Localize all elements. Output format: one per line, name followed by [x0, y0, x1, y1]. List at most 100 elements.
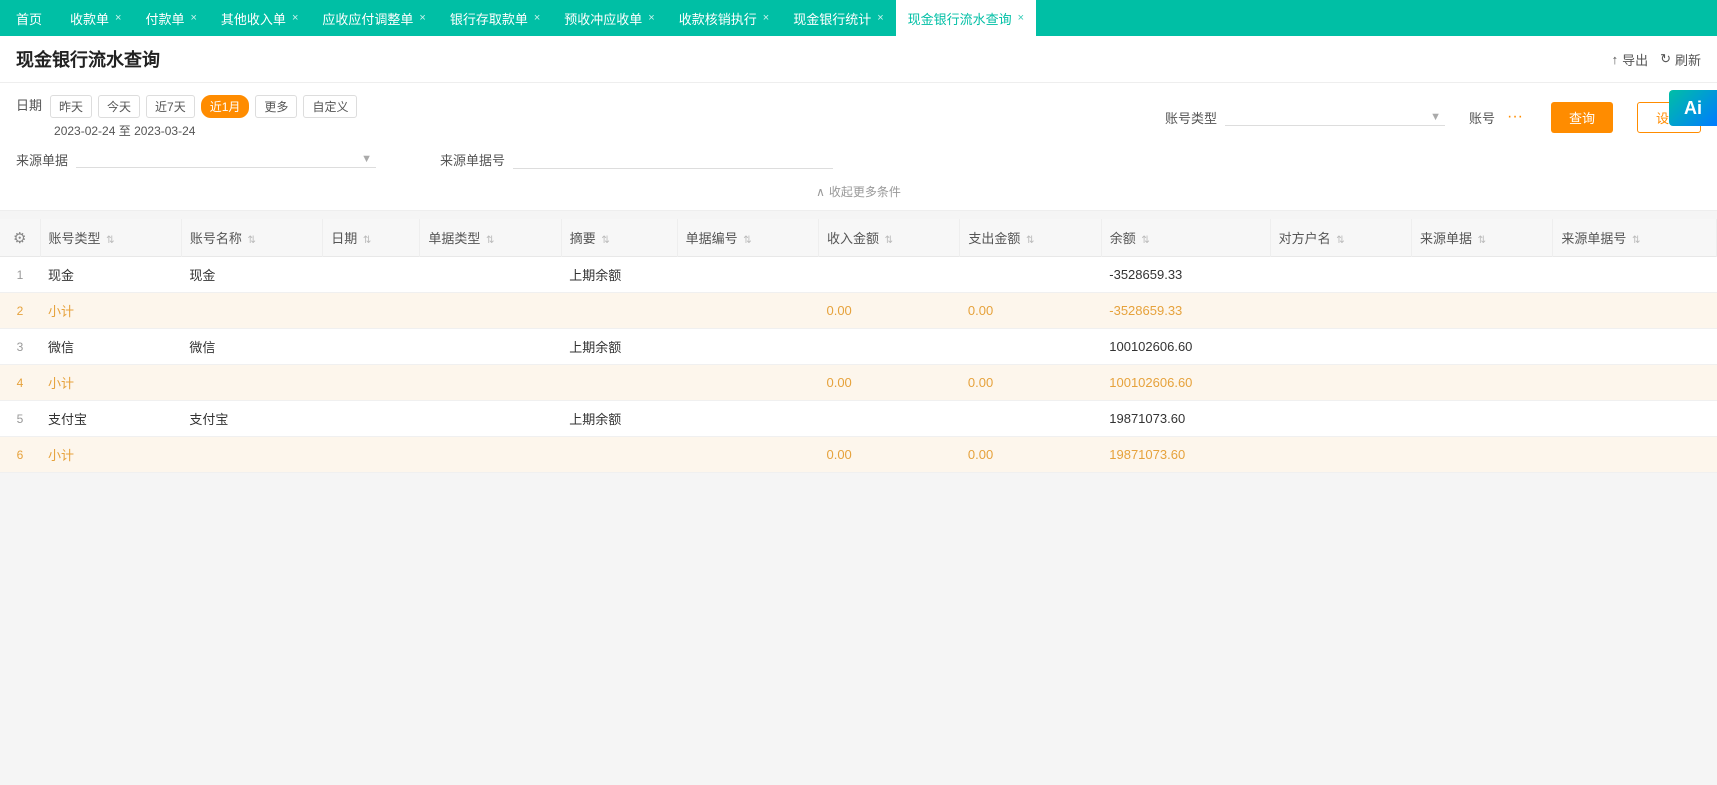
close-icon[interactable]: × — [534, 12, 540, 24]
account-type-label: 账号类型 — [1165, 108, 1217, 127]
cell-5-0: 6 — [0, 437, 40, 473]
th-account-type[interactable]: 账号类型 ⇅ — [40, 219, 181, 257]
gear-icon[interactable]: ⚙ — [13, 230, 26, 247]
nav-tab-4[interactable]: 银行存取款单 × — [438, 0, 552, 36]
close-icon[interactable]: × — [763, 12, 769, 24]
account-more-btn[interactable]: ··· — [1503, 108, 1527, 126]
cell-1-5 — [561, 293, 677, 329]
table-row: 5支付宝支付宝上期余额19871073.60 — [0, 401, 1717, 437]
close-icon[interactable]: × — [115, 12, 121, 24]
table-row: 2小计0.000.00-3528659.33 — [0, 293, 1717, 329]
chevron-down-icon-2: ▼ — [361, 153, 372, 165]
cell-3-1: 小计 — [40, 365, 181, 401]
date-options: 昨天 今天 近7天 近1月 更多 自定义 — [50, 95, 357, 118]
cell-5-5 — [561, 437, 677, 473]
cell-4-8 — [960, 401, 1101, 437]
th-source-doc[interactable]: 来源单据 ⇅ — [1412, 219, 1553, 257]
date-btn-today[interactable]: 今天 — [98, 95, 140, 118]
th-date[interactable]: 日期 ⇅ — [323, 219, 420, 257]
collapse-up-icon: ∧ — [816, 185, 825, 199]
account-type-select[interactable]: ▼ — [1225, 109, 1445, 126]
cell-3-9: 100102606.60 — [1101, 365, 1270, 401]
th-counterparty[interactable]: 对方户名 ⇅ — [1270, 219, 1411, 257]
cell-4-9: 19871073.60 — [1101, 401, 1270, 437]
cell-1-9: -3528659.33 — [1101, 293, 1270, 329]
cell-4-2: 支付宝 — [181, 401, 322, 437]
th-balance[interactable]: 余额 ⇅ — [1101, 219, 1270, 257]
table-header-row: ⚙ 账号类型 ⇅ 账号名称 ⇅ 日期 ⇅ 单据类型 ⇅ — [0, 219, 1717, 257]
source-doc-label: 来源单据 — [16, 150, 68, 169]
close-icon[interactable]: × — [292, 12, 298, 24]
nav-tab-8[interactable]: 现金银行流水查询 × — [896, 0, 1036, 36]
date-btn-1month[interactable]: 近1月 — [201, 95, 250, 118]
ai-badge[interactable]: Ai — [1669, 90, 1717, 126]
cell-3-12 — [1553, 365, 1717, 401]
close-icon[interactable]: × — [419, 12, 425, 24]
filter-area: 日期 昨天 今天 近7天 近1月 更多 自定义 2023-02-24 至 202… — [0, 83, 1717, 211]
th-source-doc-no[interactable]: 来源单据号 ⇅ — [1553, 219, 1717, 257]
nav-tab-1[interactable]: 付款单 × — [133, 0, 208, 36]
date-btn-7days[interactable]: 近7天 — [146, 95, 195, 118]
cell-2-12 — [1553, 329, 1717, 365]
cell-2-1: 微信 — [40, 329, 181, 365]
cell-0-10 — [1270, 257, 1411, 293]
th-income[interactable]: 收入金额 ⇅ — [818, 219, 959, 257]
cell-0-5: 上期余额 — [561, 257, 677, 293]
cell-0-3 — [323, 257, 420, 293]
nav-home[interactable]: 首页 — [0, 0, 58, 36]
cell-0-11 — [1412, 257, 1553, 293]
chevron-down-icon: ▼ — [1430, 111, 1441, 123]
data-table: ⚙ 账号类型 ⇅ 账号名称 ⇅ 日期 ⇅ 单据类型 ⇅ — [0, 219, 1717, 473]
collapse-bar[interactable]: ∧ 收起更多条件 — [16, 179, 1701, 202]
date-btn-more[interactable]: 更多 — [255, 95, 297, 118]
date-btn-yesterday[interactable]: 昨天 — [50, 95, 92, 118]
source-doc-select[interactable]: ▼ — [76, 151, 376, 168]
th-account-name[interactable]: 账号名称 ⇅ — [181, 219, 322, 257]
cell-4-7 — [818, 401, 959, 437]
cell-0-6 — [677, 257, 818, 293]
filter-row-1: 日期 昨天 今天 近7天 近1月 更多 自定义 2023-02-24 至 202… — [16, 95, 1701, 139]
nav-tab-6[interactable]: 收款核销执行 × — [667, 0, 781, 36]
page-header: 现金银行流水查询 ↑ 导出 ↻ 刷新 — [0, 36, 1717, 83]
cell-0-0: 1 — [0, 257, 40, 293]
source-doc-no-input[interactable] — [513, 149, 833, 169]
cell-2-10 — [1270, 329, 1411, 365]
close-icon[interactable]: × — [648, 12, 654, 24]
export-button[interactable]: ↑ 导出 — [1612, 50, 1649, 69]
cell-5-9: 19871073.60 — [1101, 437, 1270, 473]
table-row: 3微信微信上期余额100102606.60 — [0, 329, 1717, 365]
cell-3-8: 0.00 — [960, 365, 1101, 401]
cell-5-12 — [1553, 437, 1717, 473]
th-gear[interactable]: ⚙ — [0, 219, 40, 257]
th-doc-type[interactable]: 单据类型 ⇅ — [420, 219, 561, 257]
cell-2-6 — [677, 329, 818, 365]
cell-5-7: 0.00 — [818, 437, 959, 473]
close-icon[interactable]: × — [190, 12, 196, 24]
th-summary[interactable]: 摘要 ⇅ — [561, 219, 677, 257]
cell-2-11 — [1412, 329, 1553, 365]
refresh-button[interactable]: ↻ 刷新 — [1660, 50, 1701, 69]
cell-3-4 — [420, 365, 561, 401]
sort-icon: ⇅ — [885, 235, 893, 246]
nav-tab-0[interactable]: 收款单 × — [58, 0, 133, 36]
date-filter-group: 日期 昨天 今天 近7天 近1月 更多 自定义 2023-02-24 至 202… — [16, 95, 357, 139]
close-icon[interactable]: × — [877, 12, 883, 24]
cell-1-12 — [1553, 293, 1717, 329]
cell-2-2: 微信 — [181, 329, 322, 365]
sort-icon: ⇅ — [1141, 235, 1149, 246]
cell-1-7: 0.00 — [818, 293, 959, 329]
sort-icon: ⇅ — [106, 235, 114, 246]
cell-0-2: 现金 — [181, 257, 322, 293]
th-doc-no[interactable]: 单据编号 ⇅ — [677, 219, 818, 257]
nav-tab-3[interactable]: 应收应付调整单 × — [310, 0, 437, 36]
nav-tab-7[interactable]: 现金银行统计 × — [781, 0, 895, 36]
nav-tab-5[interactable]: 预收冲应收单 × — [552, 0, 666, 36]
close-icon[interactable]: × — [1018, 12, 1024, 24]
th-expense[interactable]: 支出金额 ⇅ — [960, 219, 1101, 257]
sort-icon: ⇅ — [601, 235, 609, 246]
cell-2-9: 100102606.60 — [1101, 329, 1270, 365]
cell-3-3 — [323, 365, 420, 401]
query-button[interactable]: 查询 — [1551, 102, 1613, 133]
nav-tab-2[interactable]: 其他收入单 × — [209, 0, 310, 36]
date-btn-custom[interactable]: 自定义 — [303, 95, 357, 118]
